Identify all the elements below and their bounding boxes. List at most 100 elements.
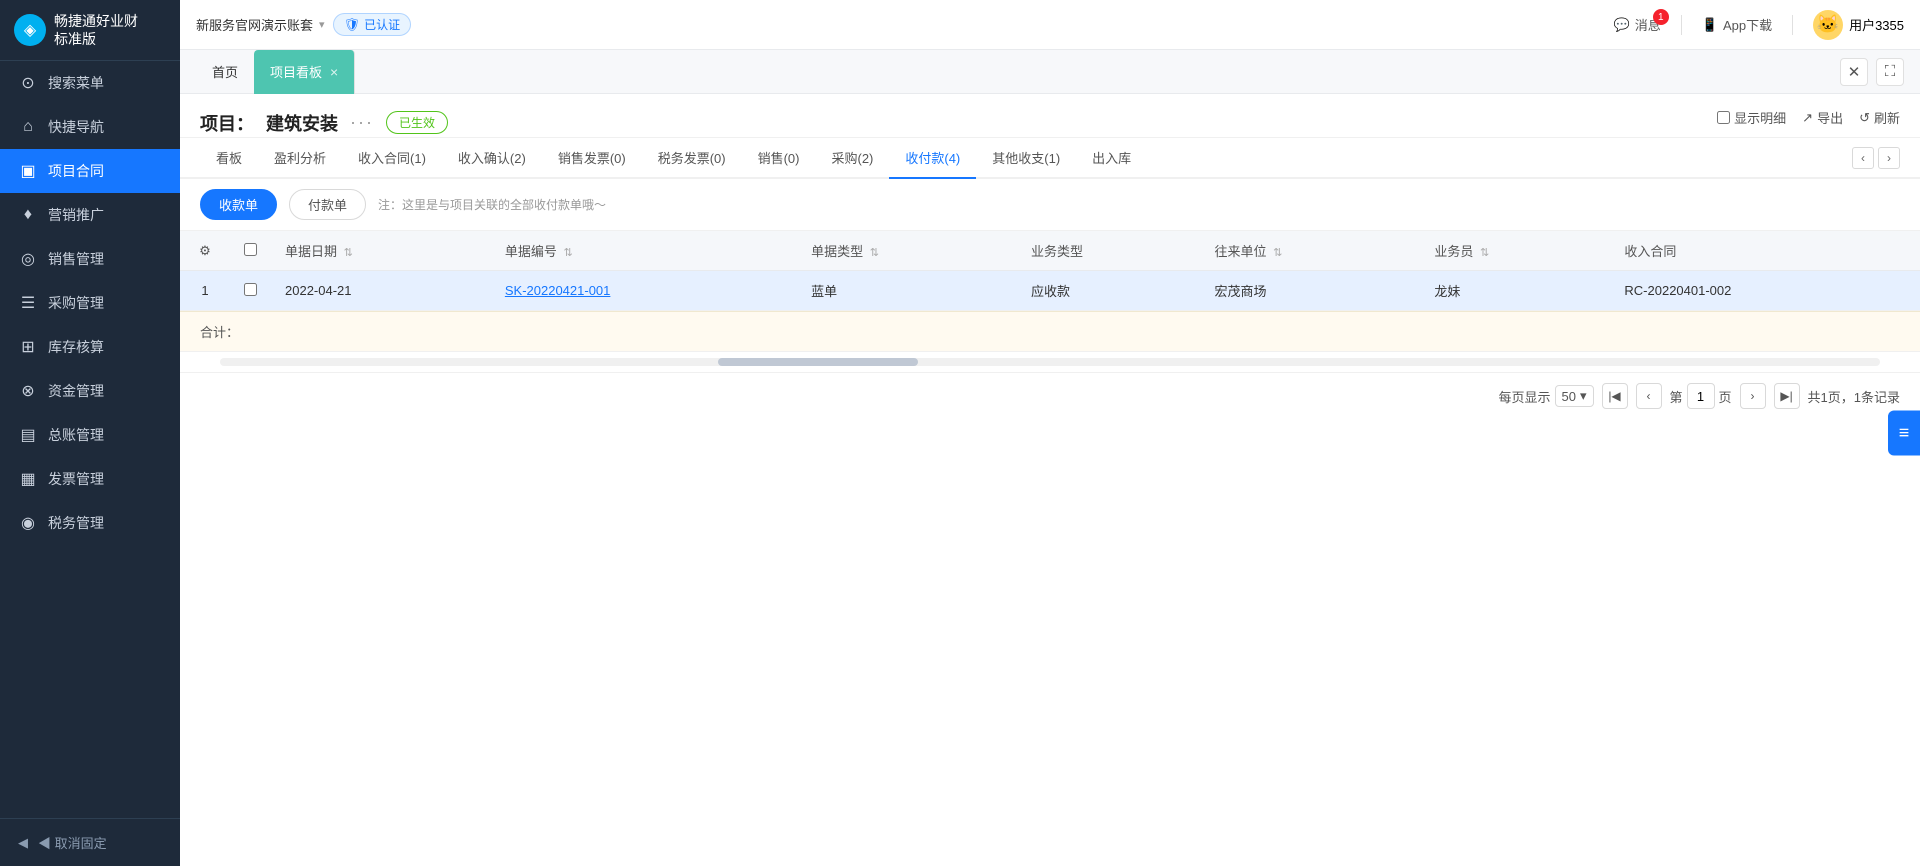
first-page-button[interactable]: |◀ — [1602, 383, 1628, 409]
tab-other-income[interactable]: 其他收支(1) — [976, 138, 1076, 179]
show-detail-checkbox[interactable]: 显示明细 — [1717, 108, 1786, 127]
col-gear[interactable]: ⚙ — [180, 231, 230, 271]
last-page-button[interactable]: ▶| — [1774, 383, 1800, 409]
sidebar-item-sales[interactable]: ◎ 销售管理 — [0, 237, 180, 281]
maximize-button[interactable]: ⛶ — [1876, 58, 1904, 86]
divider — [1681, 15, 1682, 35]
col-number: 单据编号 ⇅ — [491, 231, 797, 271]
tab-purchase[interactable]: 采购(2) — [815, 138, 889, 179]
tax-icon: ◉ — [18, 513, 38, 533]
sort-number-icon[interactable]: ⇅ — [564, 247, 573, 259]
prev-page-button[interactable]: ‹ — [1636, 383, 1662, 409]
row-salesperson: 龙妹 — [1420, 271, 1610, 311]
account-selector[interactable]: 新服务官网演示账套 ▾ — [196, 15, 325, 34]
col-check — [230, 231, 271, 271]
sidebar-scroll: ⊙ 搜索菜单 ⌂ 快捷导航 ▣ 项目合同 ♦ 营销推广 ◎ 销售管理 ☰ 采购管… — [0, 61, 180, 818]
row-number[interactable]: SK-20220421-001 — [491, 271, 797, 311]
filter-receipt-button[interactable]: 收款单 — [200, 189, 277, 220]
tab-payment[interactable]: 收付款(4) — [889, 138, 976, 179]
sidebar-item-tax[interactable]: ◉ 税务管理 — [0, 501, 180, 545]
tab-income-contract[interactable]: 收入合同(1) — [342, 138, 442, 179]
sidebar-item-marketing[interactable]: ♦ 营销推广 — [0, 193, 180, 237]
row-checkbox[interactable] — [244, 283, 257, 296]
select-all-checkbox[interactable] — [244, 243, 257, 256]
page-size-label: 每页显示 — [1498, 387, 1550, 406]
sidebar-item-project-contract[interactable]: ▣ 项目合同 — [0, 149, 180, 193]
export-button[interactable]: ↗ 导出 — [1802, 108, 1843, 127]
tab-tax-invoice[interactable]: 税务发票(0) — [642, 138, 742, 179]
sort-date-icon[interactable]: ⇅ — [344, 247, 353, 259]
sidebar-item-purchase[interactable]: ☰ 采购管理 — [0, 281, 180, 325]
next-icon: › — [1751, 389, 1755, 403]
float-action-button[interactable]: ≡ — [1888, 411, 1920, 456]
page-size-value: 50 — [1562, 389, 1576, 404]
sort-type-icon[interactable]: ⇅ — [870, 247, 879, 259]
tab-sales[interactable]: 销售(0) — [742, 138, 816, 179]
tab-sales-invoice[interactable]: 销售发票(0) — [542, 138, 642, 179]
nav-prev-arrow[interactable]: ‹ — [1852, 147, 1874, 169]
row-type: 蓝单 — [797, 271, 1017, 311]
data-table: ⚙ 单据日期 ⇅ 单据编号 ⇅ — [180, 231, 1920, 311]
app-download-button[interactable]: 📱 App下载 — [1702, 15, 1772, 34]
sales-icon: ◎ — [18, 249, 38, 269]
tab-income-confirm[interactable]: 收入确认(2) — [442, 138, 542, 179]
tab-profit[interactable]: 盈利分析 — [258, 138, 342, 179]
col-partner: 往来单位 ⇅ — [1201, 231, 1421, 271]
tab-project-kanban[interactable]: 项目看板 × — [254, 50, 355, 94]
refresh-icon: ↺ — [1859, 110, 1870, 126]
tab-in-out[interactable]: 出入库 — [1076, 138, 1147, 179]
col-salesperson: 业务员 ⇅ — [1420, 231, 1610, 271]
row-date: 2022-04-21 — [271, 271, 491, 311]
sidebar-item-label: 采购管理 — [48, 293, 104, 313]
page-label: 第 — [1670, 387, 1683, 406]
page-size-dropdown[interactable]: 50 ▾ — [1555, 385, 1594, 407]
nav-next-arrow[interactable]: › — [1878, 147, 1900, 169]
account-name: 新服务官网演示账套 — [196, 15, 313, 34]
show-detail-input[interactable] — [1717, 111, 1730, 124]
document-number-link[interactable]: SK-20220421-001 — [505, 283, 611, 298]
user-info[interactable]: 🐱 用户3355 — [1813, 10, 1904, 40]
scrollbar-thumb[interactable] — [718, 358, 918, 366]
refresh-button[interactable]: ↺ 刷新 — [1859, 108, 1900, 127]
sort-salesperson-icon[interactable]: ⇅ — [1480, 247, 1489, 259]
project-more-icon[interactable]: ··· — [350, 112, 374, 133]
sidebar-pin-toggle[interactable]: ◀ ◀ 取消固定 — [0, 818, 180, 866]
sidebar-item-invoice[interactable]: ▦ 发票管理 — [0, 457, 180, 501]
tab-kanban[interactable]: 看板 — [200, 138, 258, 179]
settings-icon[interactable]: ⚙ — [199, 243, 211, 258]
sidebar-item-label: 销售管理 — [48, 249, 104, 269]
ledger-icon: ▤ — [18, 425, 38, 445]
sidebar-item-ledger[interactable]: ▤ 总账管理 — [0, 413, 180, 457]
close-window-button[interactable]: ✕ — [1840, 58, 1868, 86]
app-sub: 标准版 — [54, 30, 138, 48]
topbar: 新服务官网演示账套 ▾ 🛡 已认证 💬 消息 1 📱 App下载 🐱 用 — [180, 0, 1920, 50]
first-icon: |◀ — [1608, 389, 1620, 403]
unpin-icon: ◀ — [18, 835, 28, 851]
sidebar-logo: ◈ 畅捷通好业财 标准版 — [0, 0, 180, 61]
sidebar-item-label: 项目合同 — [48, 161, 104, 181]
current-page-input[interactable] — [1687, 383, 1715, 409]
next-page-button[interactable]: › — [1740, 383, 1766, 409]
table-footer: 合计： — [180, 311, 1920, 351]
sidebar-item-capital[interactable]: ⊗ 资金管理 — [0, 369, 180, 413]
tab-close-icon[interactable]: × — [330, 65, 338, 79]
sidebar-item-inventory[interactable]: ⊞ 库存核算 — [0, 325, 180, 369]
pagination-summary: 共1页，1条记录 — [1808, 387, 1900, 406]
horizontal-scrollbar[interactable] — [220, 358, 1880, 366]
table-row[interactable]: 1 2022-04-21 SK-20220421-001 蓝单 应收款 宏茂商场… — [180, 271, 1920, 311]
show-detail-label: 显示明细 — [1734, 108, 1786, 127]
project-header-actions: 显示明细 ↗ 导出 ↺ 刷新 — [1717, 108, 1900, 137]
content-area: 项目： 建筑安装 ··· 已生效 显示明细 ↗ 导出 ↺ 刷新 — [180, 94, 1920, 866]
sidebar-bottom-label: ◀ 取消固定 — [38, 833, 107, 852]
float-btn-icon: ≡ — [1899, 423, 1910, 444]
sidebar-item-search[interactable]: ⊙ 搜索菜单 — [0, 61, 180, 105]
row-check — [230, 271, 271, 311]
tab-home[interactable]: 首页 — [196, 50, 254, 94]
messages-button[interactable]: 💬 消息 1 — [1614, 15, 1661, 34]
sidebar-item-quick-nav[interactable]: ⌂ 快捷导航 — [0, 105, 180, 149]
tabbar: 首页 项目看板 × ✕ ⛶ — [180, 50, 1920, 94]
filter-payment-button[interactable]: 付款单 — [289, 189, 366, 220]
export-icon: ↗ — [1802, 110, 1813, 126]
sort-partner-icon[interactable]: ⇅ — [1273, 247, 1282, 259]
total-label: 合计： — [200, 322, 239, 341]
